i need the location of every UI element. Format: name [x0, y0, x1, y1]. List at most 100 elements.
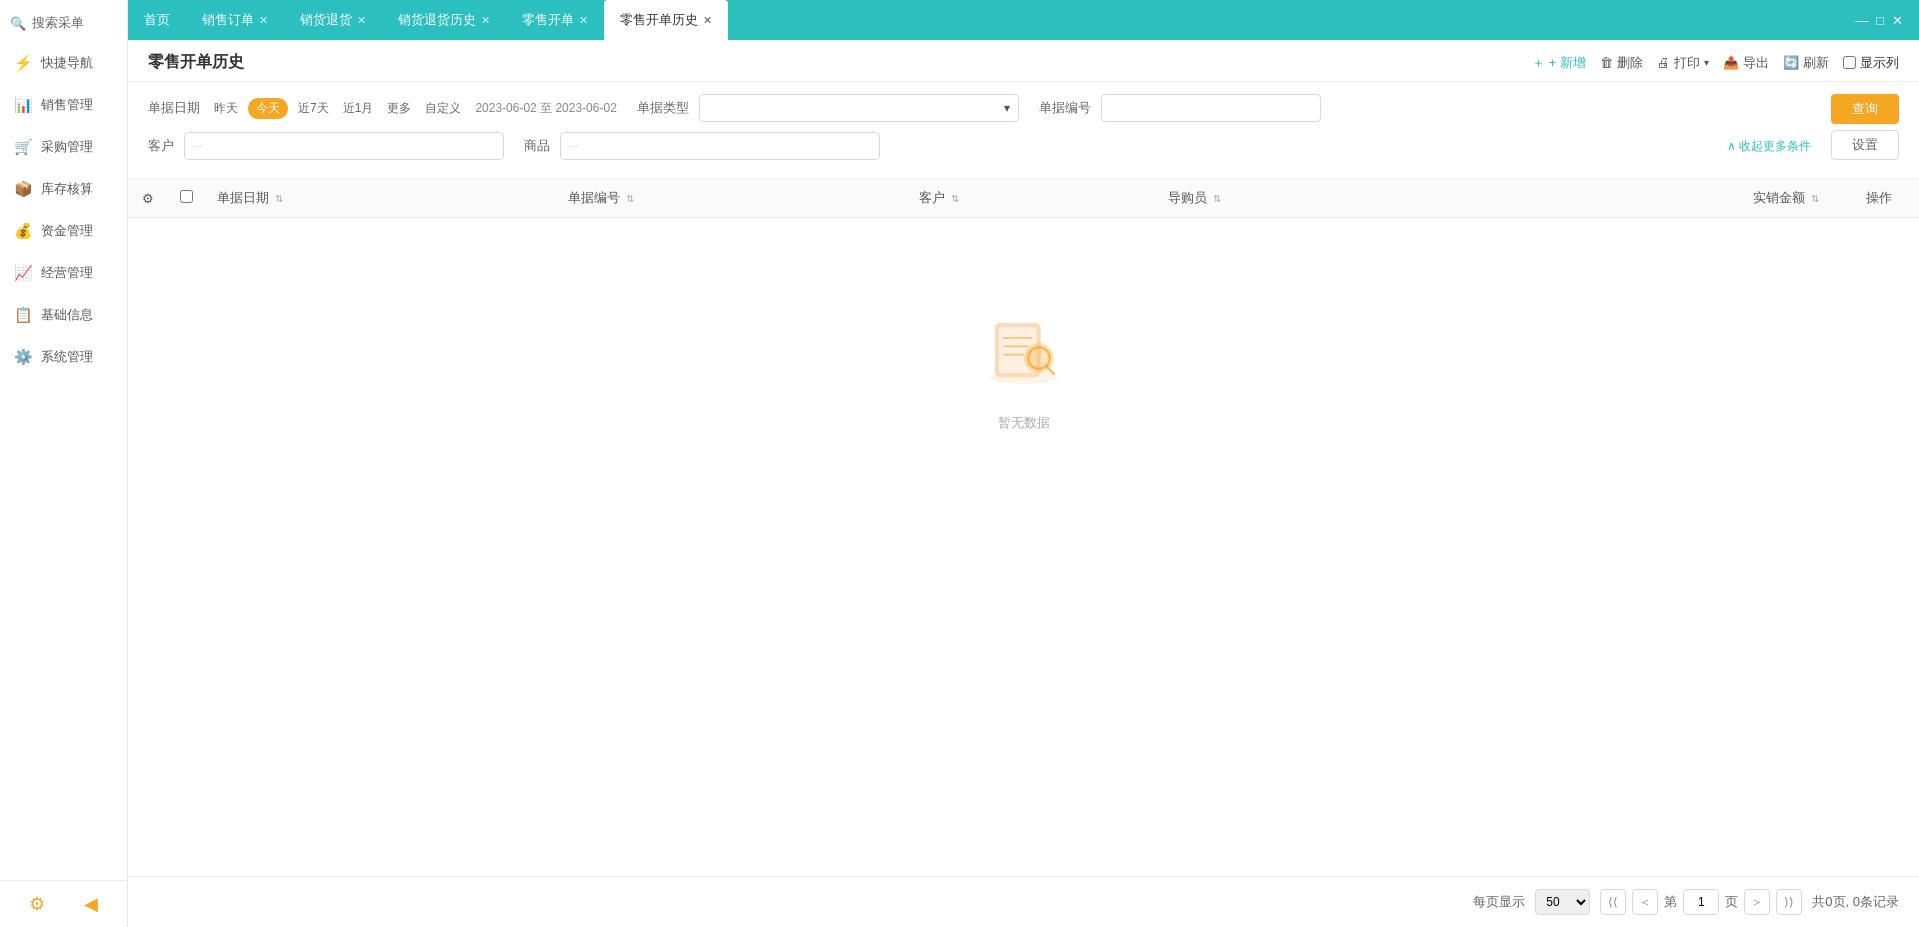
- pagination-nav: ⟨⟨ ＜ 第 页 ＞ ⟩⟩: [1600, 889, 1802, 915]
- tab-retail-open-history[interactable]: 零售开单历史 ✕: [604, 0, 728, 40]
- doc-no-sort-icon[interactable]: ⇅: [626, 193, 634, 204]
- tab-sales-order[interactable]: 销售订单 ✕: [186, 0, 284, 40]
- display-cols-toggle[interactable]: 显示列: [1843, 54, 1899, 72]
- refresh-button[interactable]: 🔄 刷新: [1783, 54, 1829, 72]
- query-button[interactable]: 查询: [1831, 94, 1899, 124]
- filter-doctype-section: 单据类型 ▾: [637, 94, 1019, 122]
- docno-label: 单据编号: [1039, 99, 1091, 117]
- purchase-icon: 🛒: [14, 138, 33, 156]
- page-prefix-label: 第: [1664, 893, 1677, 911]
- print-label: 打印: [1674, 54, 1700, 72]
- sidebar-item-label: 基础信息: [41, 306, 93, 324]
- sidebar-item-stock-check[interactable]: 📦 库存核算: [0, 168, 127, 210]
- filter-goods-section: 商品 ···: [524, 132, 880, 160]
- th-settings[interactable]: ⚙: [128, 179, 168, 218]
- th-checkbox[interactable]: [168, 179, 205, 218]
- tab-sales-return[interactable]: 销货退货 ✕: [284, 0, 382, 40]
- th-amount[interactable]: 实销金额 ⇅: [1457, 179, 1839, 218]
- settings-icon[interactable]: ⚙: [29, 893, 45, 915]
- collapse-button[interactable]: ∧ 收起更多条件: [1727, 138, 1811, 155]
- delete-icon: 🗑: [1600, 55, 1613, 70]
- sidebar: 🔍 搜索采单 ⚡ 快捷导航 📊 销售管理 🛒 采购管理 📦 库存核算 💰 资金管…: [0, 0, 128, 927]
- table-header-row: ⚙ 单据日期 ⇅ 单据编号 ⇅: [128, 179, 1919, 218]
- tab-retail-open-label: 零售开单: [522, 11, 574, 29]
- amount-sort-icon[interactable]: ⇅: [1811, 193, 1819, 204]
- sidebar-item-basic-info[interactable]: 📋 基础信息: [0, 294, 127, 336]
- tab-sales-return-history-label: 销货退货历史: [398, 11, 476, 29]
- sidebar-item-quick-nav[interactable]: ⚡ 快捷导航: [0, 42, 127, 84]
- th-actions: 操作: [1839, 179, 1919, 218]
- add-label: + 新增: [1549, 54, 1586, 72]
- customer-input[interactable]: ···: [184, 132, 504, 160]
- page-prev-button[interactable]: ＜: [1632, 889, 1658, 915]
- display-cols-checkbox[interactable]: [1843, 56, 1856, 69]
- th-doc-date[interactable]: 单据日期 ⇅: [205, 179, 556, 218]
- page-first-button[interactable]: ⟨⟨: [1600, 889, 1626, 915]
- basic-icon: 📋: [14, 306, 33, 324]
- select-all-checkbox[interactable]: [180, 190, 193, 203]
- collapse-arrow: ∧: [1727, 139, 1736, 153]
- th-customer[interactable]: 客户 ⇅: [907, 179, 1156, 218]
- doc-date-sort-icon[interactable]: ⇅: [275, 193, 283, 204]
- delete-label: 删除: [1617, 54, 1643, 72]
- filter-settings-button[interactable]: 设置: [1831, 130, 1899, 160]
- doctype-label: 单据类型: [637, 99, 689, 117]
- tab-retail-open-close[interactable]: ✕: [579, 14, 588, 27]
- goods-input[interactable]: ···: [560, 132, 880, 160]
- stock-icon: 📦: [14, 180, 33, 198]
- window-minimize-icon[interactable]: —: [1855, 13, 1868, 28]
- collapse-sidebar-icon[interactable]: ◀: [84, 893, 98, 915]
- date-option-7days[interactable]: 近7天: [294, 98, 333, 119]
- delete-button[interactable]: 🗑 删除: [1600, 54, 1643, 72]
- export-button[interactable]: 📤 导出: [1723, 54, 1769, 72]
- tab-sales-return-close[interactable]: ✕: [357, 14, 366, 27]
- date-option-1month[interactable]: 近1月: [339, 98, 378, 119]
- tab-sales-return-history[interactable]: 销货退货历史 ✕: [382, 0, 506, 40]
- window-close-icon[interactable]: ✕: [1892, 13, 1903, 28]
- tab-home[interactable]: 首页: [128, 0, 186, 40]
- settings-col-icon[interactable]: ⚙: [142, 191, 154, 206]
- print-button[interactable]: 🖨 打印 ▾: [1657, 54, 1709, 72]
- tabs-bar: 首页 销售订单 ✕ 销货退货 ✕ 销货退货历史 ✕ 零售开单 ✕ 零售开单历史 …: [128, 0, 1919, 40]
- th-guide[interactable]: 导购员 ⇅: [1156, 179, 1456, 218]
- date-option-more[interactable]: 更多: [383, 98, 415, 119]
- export-label: 导出: [1743, 54, 1769, 72]
- page-number-input[interactable]: [1683, 889, 1719, 915]
- th-guide-label: 导购员: [1168, 190, 1207, 205]
- sidebar-item-sys-mgmt[interactable]: ⚙️ 系统管理: [0, 336, 127, 378]
- doc-type-arrow: ▾: [1004, 101, 1010, 115]
- tab-sales-return-history-close[interactable]: ✕: [481, 14, 490, 27]
- sidebar-item-fund-mgmt[interactable]: 💰 资金管理: [0, 210, 127, 252]
- tab-sales-return-label: 销货退货: [300, 11, 352, 29]
- doc-no-input[interactable]: [1101, 94, 1321, 122]
- display-cols-label: 显示列: [1860, 54, 1899, 72]
- tab-retail-open[interactable]: 零售开单 ✕: [506, 0, 604, 40]
- sales-icon: 📊: [14, 96, 33, 114]
- guide-sort-icon[interactable]: ⇅: [1213, 193, 1221, 204]
- doc-type-select[interactable]: ▾: [699, 94, 1019, 122]
- sidebar-item-purchase-mgmt[interactable]: 🛒 采购管理: [0, 126, 127, 168]
- add-button[interactable]: ＋ + 新增: [1532, 54, 1586, 72]
- empty-state: 暂无数据: [128, 218, 1919, 472]
- page-next-button[interactable]: ＞: [1744, 889, 1770, 915]
- page-last-button[interactable]: ⟩⟩: [1776, 889, 1802, 915]
- customer-label: 客户: [148, 137, 174, 155]
- filter-docno-section: 单据编号: [1039, 94, 1321, 122]
- refresh-icon: 🔄: [1783, 55, 1799, 70]
- date-option-today[interactable]: 今天: [248, 98, 288, 119]
- per-page-select[interactable]: 10 20 50 100: [1535, 889, 1590, 915]
- tab-retail-open-history-close[interactable]: ✕: [703, 14, 712, 27]
- total-info: 共0页, 0条记录: [1812, 893, 1899, 911]
- sidebar-item-sales-mgmt[interactable]: 📊 销售管理: [0, 84, 127, 126]
- window-maximize-icon[interactable]: □: [1876, 13, 1884, 28]
- sidebar-item-ops-mgmt[interactable]: 📈 经营管理: [0, 252, 127, 294]
- date-option-custom[interactable]: 自定义: [421, 98, 465, 119]
- filter-customer-section: 客户 ···: [148, 132, 504, 160]
- tab-sales-order-close[interactable]: ✕: [259, 14, 268, 27]
- customer-sort-icon[interactable]: ⇅: [951, 193, 959, 204]
- page-title: 零售开单历史: [148, 52, 244, 73]
- sidebar-search[interactable]: 🔍 搜索采单: [0, 0, 127, 42]
- th-doc-no[interactable]: 单据编号 ⇅: [556, 179, 907, 218]
- date-option-yesterday[interactable]: 昨天: [210, 98, 242, 119]
- date-label: 单据日期: [148, 99, 200, 117]
